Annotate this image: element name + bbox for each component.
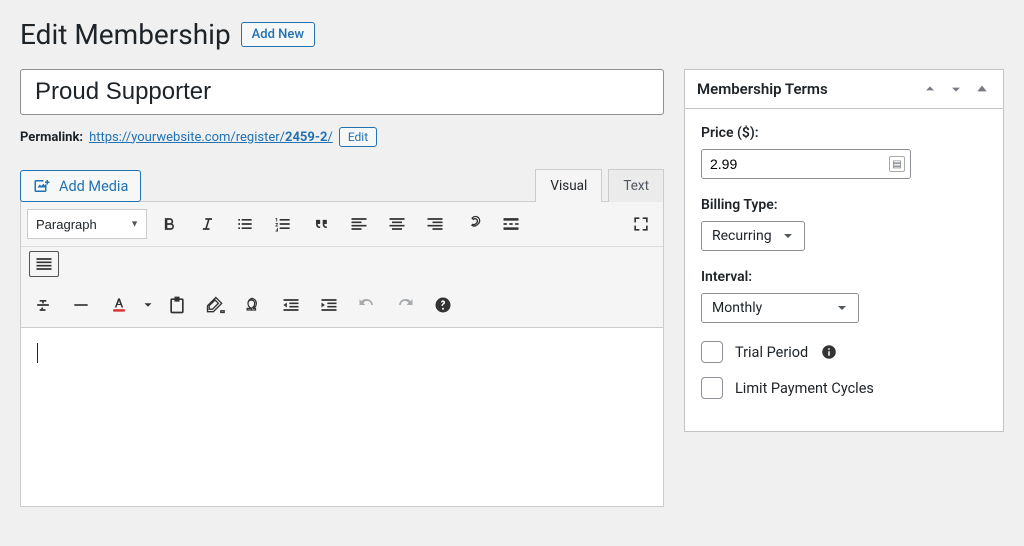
indent-button[interactable] bbox=[313, 289, 345, 321]
paste-button[interactable] bbox=[161, 289, 193, 321]
help-button[interactable] bbox=[427, 289, 459, 321]
clearformat-button[interactable] bbox=[199, 289, 231, 321]
bold-button[interactable] bbox=[153, 208, 185, 240]
ol-button[interactable] bbox=[267, 208, 299, 240]
add-new-button[interactable]: Add New bbox=[241, 22, 315, 47]
toggle-icon[interactable] bbox=[973, 80, 991, 98]
tab-text[interactable]: Text bbox=[608, 169, 664, 202]
trial-label: Trial Period bbox=[735, 344, 808, 361]
redo-button[interactable] bbox=[389, 289, 421, 321]
readmore-button[interactable] bbox=[495, 208, 527, 240]
media-icon bbox=[33, 177, 51, 195]
price-label: Price ($): bbox=[701, 125, 987, 141]
trial-row: Trial Period bbox=[701, 341, 987, 363]
interval-label: Interval: bbox=[701, 269, 987, 285]
membership-terms-box: Membership Terms Price ($): ▤ Billing Ty… bbox=[684, 69, 1004, 432]
trial-checkbox[interactable] bbox=[701, 341, 723, 363]
hr-button[interactable] bbox=[65, 289, 97, 321]
align-left-button[interactable] bbox=[343, 208, 375, 240]
billing-field: Billing Type: Recurring bbox=[701, 197, 987, 251]
limit-checkbox[interactable] bbox=[701, 377, 723, 399]
permalink-edit-button[interactable]: Edit bbox=[339, 127, 377, 147]
move-down-icon[interactable] bbox=[947, 80, 965, 98]
chevron-down-icon bbox=[834, 300, 850, 316]
align-center-button[interactable] bbox=[381, 208, 413, 240]
move-up-icon[interactable] bbox=[921, 80, 939, 98]
metabox-title: Membership Terms bbox=[697, 80, 828, 98]
price-input[interactable] bbox=[701, 149, 911, 179]
textcolor-chevron-icon[interactable] bbox=[141, 289, 155, 321]
add-media-button[interactable]: Add Media bbox=[20, 170, 141, 202]
specialchar-button[interactable] bbox=[237, 289, 269, 321]
editor-toolbar: Paragraph bbox=[20, 201, 664, 327]
quote-button[interactable] bbox=[305, 208, 337, 240]
align-right-button[interactable] bbox=[419, 208, 451, 240]
post-title-input[interactable] bbox=[20, 69, 664, 115]
info-icon bbox=[820, 343, 838, 361]
text-cursor-icon bbox=[37, 342, 38, 361]
tab-visual[interactable]: Visual bbox=[535, 169, 602, 202]
page-title: Edit Membership bbox=[20, 18, 231, 51]
limit-label: Limit Payment Cycles bbox=[735, 380, 874, 397]
undo-button[interactable] bbox=[351, 289, 383, 321]
sidebar-column: Membership Terms Price ($): ▤ Billing Ty… bbox=[684, 69, 1004, 432]
link-button[interactable] bbox=[457, 208, 489, 240]
chevron-down-icon bbox=[780, 228, 796, 244]
limit-row: Limit Payment Cycles bbox=[701, 377, 987, 399]
interval-select[interactable]: Monthly bbox=[701, 293, 859, 323]
outdent-button[interactable] bbox=[275, 289, 307, 321]
price-field: Price ($): ▤ bbox=[701, 125, 987, 179]
ul-button[interactable] bbox=[229, 208, 261, 240]
permalink-link[interactable]: https://yourwebsite.com/register/2459-2/ bbox=[89, 130, 333, 145]
main-column: Permalink: https://yourwebsite.com/regis… bbox=[20, 69, 664, 507]
billing-label: Billing Type: bbox=[701, 197, 987, 213]
add-media-label: Add Media bbox=[59, 178, 128, 195]
textcolor-button[interactable] bbox=[103, 289, 135, 321]
editor-tabs: Visual Text bbox=[535, 169, 664, 202]
page-header: Edit Membership Add New bbox=[20, 18, 1004, 51]
billing-select[interactable]: Recurring bbox=[701, 221, 805, 251]
editor-body[interactable] bbox=[20, 327, 664, 507]
permalink-row: Permalink: https://yourwebsite.com/regis… bbox=[20, 127, 664, 147]
strike-button[interactable] bbox=[27, 289, 59, 321]
fullscreen-button[interactable] bbox=[625, 208, 657, 240]
permalink-label: Permalink: bbox=[20, 130, 83, 145]
italic-button[interactable] bbox=[191, 208, 223, 240]
interval-field: Interval: Monthly bbox=[701, 269, 987, 323]
format-select[interactable]: Paragraph bbox=[27, 209, 147, 239]
autofill-icon: ▤ bbox=[889, 156, 905, 172]
kitchensink-button[interactable] bbox=[29, 251, 59, 277]
